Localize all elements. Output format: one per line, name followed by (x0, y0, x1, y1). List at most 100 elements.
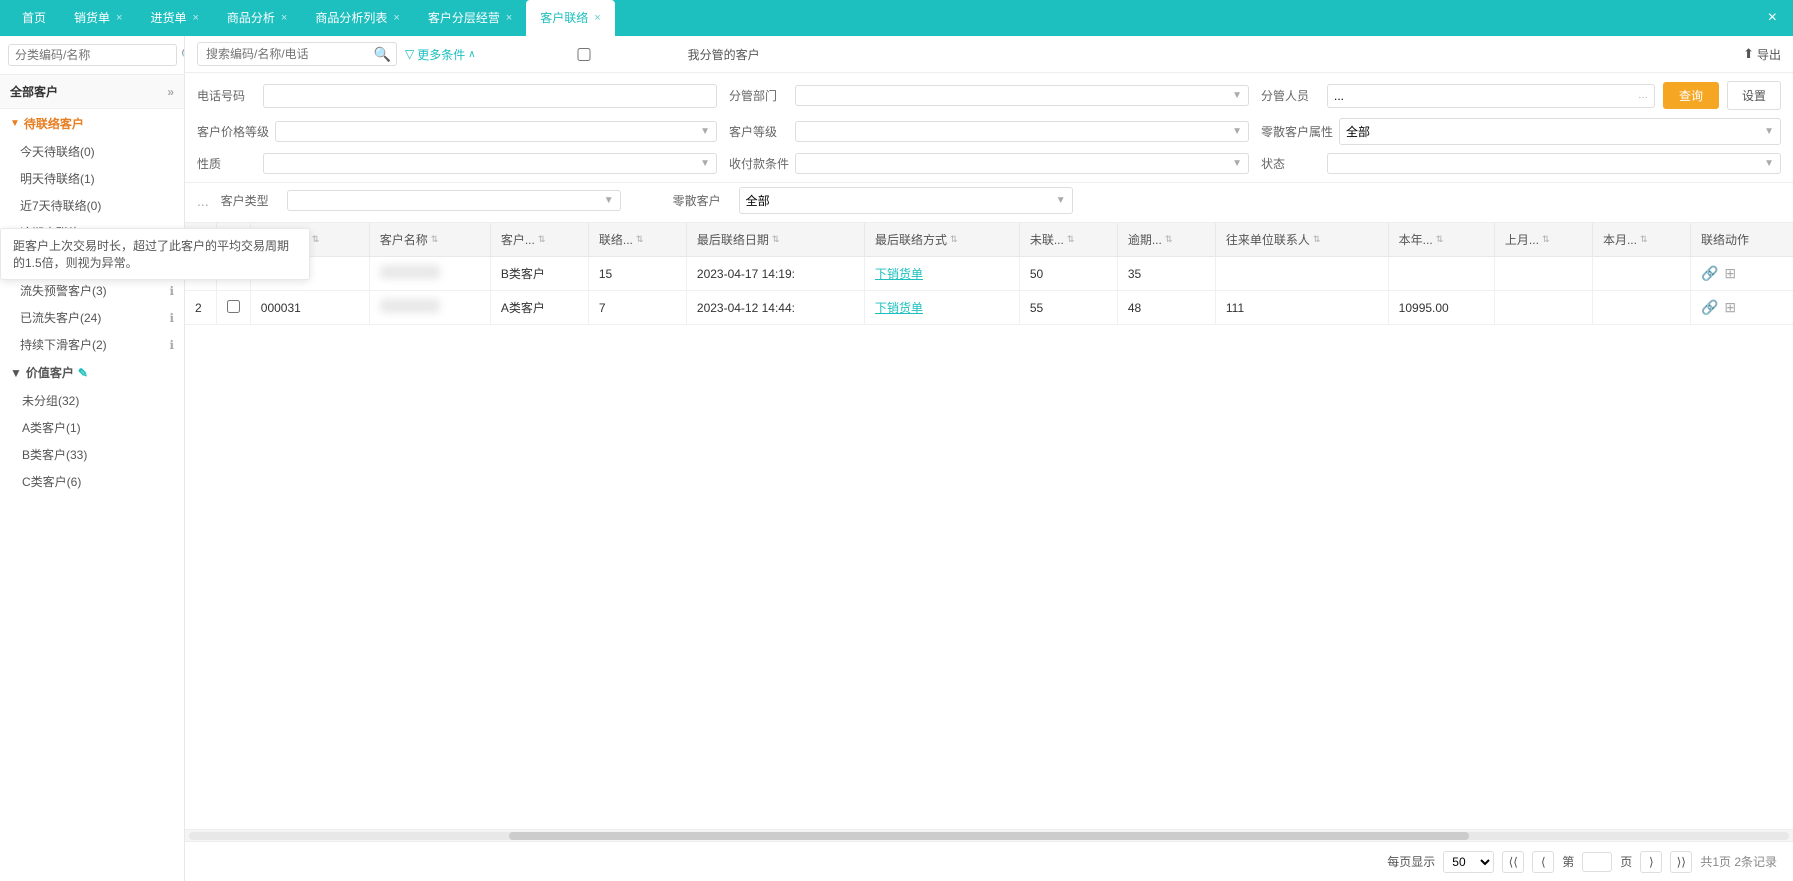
status-select[interactable]: ▼ (1327, 153, 1781, 174)
col-type-sort[interactable]: 客户... ⇅ (501, 231, 578, 248)
window-close-button[interactable]: × (1760, 9, 1785, 27)
col-this-year[interactable]: 本年... ⇅ (1388, 223, 1494, 257)
sidebar-item-class-b[interactable]: B类客户(33) (0, 441, 184, 468)
sidebar-item-7days-pending[interactable]: 近7天待联络(0) (0, 192, 184, 219)
first-page-button[interactable]: ⟨⟨ (1502, 851, 1524, 873)
col-this-month-label: 本月... (1603, 231, 1637, 248)
row1-last-method-link[interactable]: 下销货单 (875, 267, 923, 281)
col-contacts-sort[interactable]: 往来单位联系人 ⇅ (1226, 231, 1378, 248)
sidebar-item-tomorrow-pending[interactable]: 明天待联络(1) (0, 165, 184, 192)
my-customer-filter[interactable]: 我分管的客户 (484, 46, 760, 63)
row1-link-icon[interactable]: 🔗 (1701, 265, 1718, 282)
col-last-month-sort[interactable]: 上月... ⇅ (1505, 231, 1582, 248)
col-name[interactable]: 客户名称 ⇅ (369, 223, 490, 257)
query-button[interactable]: 查询 (1663, 82, 1719, 109)
col-this-year-sort[interactable]: 本年... ⇅ (1399, 231, 1484, 248)
staff-select[interactable]: ... … (1327, 84, 1655, 108)
nav-purchase[interactable]: 进货单 × (136, 0, 212, 36)
col-last-date-sort[interactable]: 最后联络日期 ⇅ (697, 231, 854, 248)
scrollbar-track[interactable] (189, 832, 1789, 840)
last-page-button[interactable]: ⟩⟩ (1670, 851, 1692, 873)
customer-type-select[interactable]: ▼ (287, 190, 621, 211)
current-page-input[interactable]: 1 (1582, 852, 1612, 872)
row2-link-icon[interactable]: 🔗 (1701, 299, 1718, 316)
col-last-date[interactable]: 最后联络日期 ⇅ (686, 223, 864, 257)
nav-sales-close[interactable]: × (116, 0, 122, 36)
sidebar-item-today-pending[interactable]: 今天待联络(0) (0, 138, 184, 165)
sidebar-item-declining[interactable]: 持续下滑客户(2) ℹ (0, 331, 184, 358)
col-type[interactable]: 客户... ⇅ (490, 223, 588, 257)
value-group-edit-icon[interactable]: ✎ (78, 366, 88, 380)
price-grade-select[interactable]: ▼ (275, 121, 717, 142)
row2-last-method-link[interactable]: 下销货单 (875, 301, 923, 315)
nav-purchase-close[interactable]: × (192, 0, 198, 36)
nav-sales-label: 销货单 (74, 0, 110, 36)
col-last-month[interactable]: 上月... ⇅ (1494, 223, 1592, 257)
nav-customer-segment-close[interactable]: × (506, 0, 512, 36)
col-uncontacted[interactable]: 未联... ⇅ (1019, 223, 1117, 257)
next-page-button[interactable]: ⟩ (1640, 851, 1662, 873)
row1-last-method[interactable]: 下销货单 (864, 257, 1019, 291)
row2-grid-icon[interactable]: ⊞ (1724, 299, 1736, 316)
col-this-month-sort[interactable]: 本月... ⇅ (1603, 231, 1680, 248)
nav-sales[interactable]: 销货单 × (60, 0, 136, 36)
row2-checkbox[interactable] (216, 291, 250, 325)
col-contact-sort[interactable]: 联络... ⇅ (599, 231, 676, 248)
search-button[interactable]: 🔍 (374, 46, 391, 63)
col-uncontacted-label: 未联... (1030, 231, 1064, 248)
dept-select[interactable]: ▼ (795, 85, 1249, 106)
prev-page-button[interactable]: ⟨ (1532, 851, 1554, 873)
sidebar-pending-group-title[interactable]: ▼ 待联络客户 (0, 109, 184, 138)
filter-ellipsis[interactable]: ... (197, 193, 209, 209)
per-page-select[interactable]: 50 20 100 (1443, 851, 1494, 873)
nav-product-list[interactable]: 商品分析列表 × (301, 0, 413, 36)
col-this-month[interactable]: 本月... ⇅ (1592, 223, 1690, 257)
col-overdue[interactable]: 逾期... ⇅ (1117, 223, 1215, 257)
col-last-date-sort-icon: ⇅ (772, 234, 780, 245)
sidebar-item-class-c[interactable]: C类客户(6) (0, 468, 184, 495)
nav-customer-segment[interactable]: 客户分层经营 × (414, 0, 526, 36)
row2-name (369, 291, 490, 325)
col-last-method[interactable]: 最后联络方式 ⇅ (864, 223, 1019, 257)
col-contacts-label: 往来单位联系人 (1226, 231, 1310, 248)
retail-attr-select[interactable]: 全部 ▼ (1339, 118, 1781, 145)
row2-last-method[interactable]: 下销货单 (864, 291, 1019, 325)
col-uncontacted-sort[interactable]: 未联... ⇅ (1030, 231, 1107, 248)
settings-button[interactable]: 设置 (1727, 81, 1781, 110)
col-overdue-sort[interactable]: 逾期... ⇅ (1128, 231, 1205, 248)
col-last-method-label: 最后联络方式 (875, 231, 947, 248)
more-filter-button[interactable]: ▽ 更多条件 ∧ (405, 46, 476, 63)
nav-customer-contact-close[interactable]: × (594, 0, 600, 36)
payment-select[interactable]: ▼ (795, 153, 1249, 174)
sidebar-item-unclassified[interactable]: 未分组(32) (0, 387, 184, 414)
col-contact-count[interactable]: 联络... ⇅ (588, 223, 686, 257)
col-name-sort[interactable]: 客户名称 ⇅ (380, 231, 480, 248)
phone-input[interactable] (263, 84, 717, 108)
sidebar-item-churn-warning[interactable]: 流失预警客户(3) ℹ (0, 277, 184, 304)
my-customer-checkbox[interactable] (484, 48, 684, 61)
nav-product-analysis[interactable]: 商品分析 × (213, 0, 301, 36)
scrollbar-thumb[interactable] (509, 832, 1469, 840)
row1-grid-icon[interactable]: ⊞ (1724, 265, 1736, 282)
customer-level-select[interactable]: ▼ (795, 121, 1249, 142)
col-last-method-sort[interactable]: 最后联络方式 ⇅ (875, 231, 1009, 248)
retail-customer-select[interactable]: 全部 ▼ (739, 187, 1073, 214)
row2-uncontacted: 55 (1019, 291, 1117, 325)
sidebar-search-input[interactable] (8, 44, 177, 66)
more-filter-label: 更多条件 (417, 46, 465, 63)
gender-select[interactable]: ▼ (263, 153, 717, 174)
row2-checkbox-input[interactable] (227, 300, 240, 313)
search-input[interactable] (197, 42, 397, 66)
horizontal-scrollbar[interactable] (185, 829, 1793, 841)
nav-product-analysis-close[interactable]: × (281, 0, 287, 36)
nav-customer-contact[interactable]: 客户联络 × (526, 0, 614, 36)
sidebar-collapse-icon[interactable]: » (167, 85, 174, 99)
nav-product-list-close[interactable]: × (393, 0, 399, 36)
col-contacts[interactable]: 往来单位联系人 ⇅ (1215, 223, 1388, 257)
filter-row-phone: 电话号码 (197, 81, 717, 110)
nav-home[interactable]: 首页 (8, 0, 60, 36)
sidebar-item-churned[interactable]: 已流失客户(24) ℹ (0, 304, 184, 331)
row2-contact: 7 (588, 291, 686, 325)
export-button[interactable]: ⬆ 导出 (1743, 46, 1781, 63)
sidebar-item-class-a[interactable]: A类客户(1) (0, 414, 184, 441)
